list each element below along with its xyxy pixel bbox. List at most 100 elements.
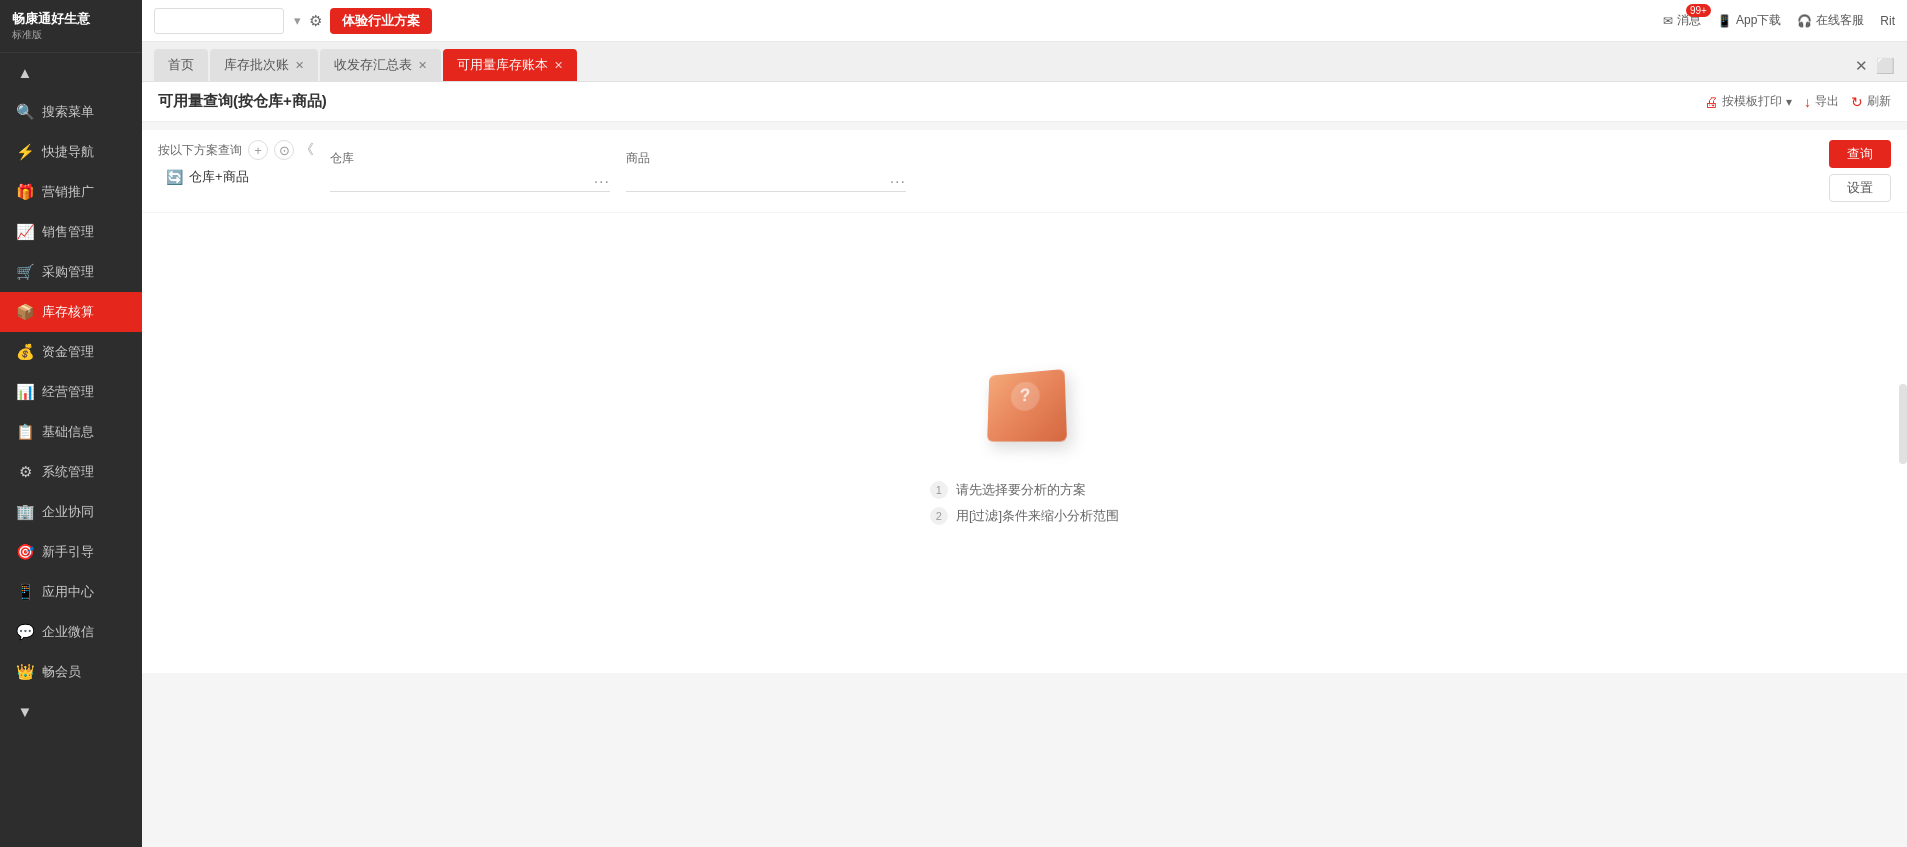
hint-num-1: 1: [930, 481, 948, 499]
filter-scheme-settings-button[interactable]: ⊙: [274, 140, 294, 160]
scroll-up-icon: ▲: [16, 64, 34, 81]
product-field-input-wrapper: ...: [626, 169, 906, 192]
tab-receive-ledger-close[interactable]: ✕: [418, 59, 427, 72]
tab-available-ledger[interactable]: 可用量库存账本 ✕: [443, 49, 577, 81]
sidebar-label-shortcut: 快捷导航: [42, 143, 94, 161]
app-download-label: App下载: [1736, 12, 1781, 29]
scheme-label: 仓库+商品: [189, 168, 249, 186]
print-button[interactable]: 🖨 按模板打印 ▾: [1704, 93, 1792, 110]
filter-section-label: 按以下方案查询: [158, 142, 242, 159]
sidebar-label-finance: 资金管理: [42, 343, 94, 361]
message-icon: ✉: [1663, 14, 1673, 28]
sidebar-label-system: 系统管理: [42, 463, 94, 481]
sidebar-item-system[interactable]: ⚙ 系统管理: [0, 452, 142, 492]
sidebar-item-search[interactable]: 🔍 搜索菜单: [0, 92, 142, 132]
topbar-chevron-icon[interactable]: ▾: [294, 13, 301, 28]
topbar-gear-icon[interactable]: ⚙: [309, 12, 322, 30]
sidebar-item-finance[interactable]: 💰 资金管理: [0, 332, 142, 372]
hint-text-2: 用[过滤]条件来缩小分析范围: [956, 507, 1119, 525]
product-field-label: 商品: [626, 150, 906, 167]
sidebar-item-enterprise[interactable]: 🏢 企业协同: [0, 492, 142, 532]
sidebar-label-operations: 经营管理: [42, 383, 94, 401]
sidebar-nav: ▲ 🔍 搜索菜单 ⚡ 快捷导航 🎁 营销推广 📈 销售管理 🛒 采购管理 📦 库…: [0, 53, 142, 847]
online-service-button[interactable]: 🎧 在线客服: [1797, 12, 1864, 29]
tab-receive-ledger[interactable]: 收发存汇总表 ✕: [320, 49, 441, 81]
scroll-down-icon: ▼: [16, 703, 34, 720]
hint-num-2: 2: [930, 507, 948, 525]
export-label: 导出: [1815, 93, 1839, 110]
sidebar-item-newbie[interactable]: 🎯 新手引导: [0, 532, 142, 572]
maximize-button[interactable]: ⬜: [1876, 57, 1895, 75]
tab-batch-ledger[interactable]: 库存批次账 ✕: [210, 49, 318, 81]
app-logo: 畅康通好生意 标准版: [0, 0, 142, 53]
warehouse-dots-button[interactable]: ...: [594, 169, 610, 187]
sidebar-label-search: 搜索菜单: [42, 103, 94, 121]
sidebar-item-app-center[interactable]: 📱 应用中心: [0, 572, 142, 612]
sidebar-scroll-down[interactable]: ▼: [0, 692, 142, 731]
filter-scheme-warehouse-product[interactable]: 🔄 仓库+商品: [158, 164, 314, 190]
empty-box-icon: [987, 369, 1067, 442]
username-label: Rit: [1880, 14, 1895, 28]
sidebar-label-newbie: 新手引导: [42, 543, 94, 561]
topbar: ▾ ⚙ 体验行业方案 ✉ 消息 99+ 📱 App下载 🎧 在线客服 Rit: [142, 0, 1907, 42]
tab-receive-ledger-label: 收发存汇总表: [334, 56, 412, 74]
refresh-button[interactable]: ↻ 刷新: [1851, 93, 1891, 110]
hint-text-1: 请先选择要分析的方案: [956, 481, 1086, 499]
sidebar-label-inventory: 库存核算: [42, 303, 94, 321]
tab-batch-ledger-close[interactable]: ✕: [295, 59, 304, 72]
settings-button[interactable]: 设置: [1829, 174, 1891, 202]
service-icon: 🎧: [1797, 14, 1812, 28]
right-scrollbar[interactable]: [1899, 384, 1907, 464]
page-header-actions: 🖨 按模板打印 ▾ ↓ 导出 ↻ 刷新: [1704, 93, 1891, 110]
product-input[interactable]: [626, 171, 890, 186]
sidebar-item-inventory[interactable]: 📦 库存核算: [0, 292, 142, 332]
export-icon: ↓: [1804, 94, 1811, 110]
sidebar-item-shortcut[interactable]: ⚡ 快捷导航: [0, 132, 142, 172]
sidebar-label-basic-info: 基础信息: [42, 423, 94, 441]
industry-solution-button[interactable]: 体验行业方案: [330, 8, 432, 34]
tab-available-ledger-close[interactable]: ✕: [554, 59, 563, 72]
sidebar-scroll-up[interactable]: ▲: [0, 53, 142, 92]
tabs-bar: 首页 库存批次账 ✕ 收发存汇总表 ✕ 可用量库存账本 ✕ ✕ ⬜: [142, 42, 1907, 82]
enterprise-icon: 🏢: [16, 503, 34, 521]
filter-collapse-button[interactable]: 《: [300, 141, 314, 159]
tab-home[interactable]: 首页: [154, 49, 208, 81]
sidebar-item-purchase[interactable]: 🛒 采购管理: [0, 252, 142, 292]
online-service-label: 在线客服: [1816, 12, 1864, 29]
app-name: 畅康通好生意: [12, 10, 130, 28]
product-dots-button[interactable]: ...: [890, 169, 906, 187]
sidebar-label-marketing: 营销推广: [42, 183, 94, 201]
inventory-icon: 📦: [16, 303, 34, 321]
sidebar-item-operations[interactable]: 📊 经营管理: [0, 372, 142, 412]
member-icon: 👑: [16, 663, 34, 681]
filter-add-button[interactable]: +: [248, 140, 268, 160]
shortcut-icon: ⚡: [16, 143, 34, 161]
sidebar-item-sales[interactable]: 📈 销售管理: [0, 212, 142, 252]
filter-label-title: 按以下方案查询 + ⊙ 《: [158, 140, 314, 160]
messages-button[interactable]: ✉ 消息 99+: [1663, 12, 1701, 29]
search-icon: 🔍: [16, 103, 34, 121]
topbar-search-input[interactable]: [154, 8, 284, 34]
sidebar-item-wechat[interactable]: 💬 企业微信: [0, 612, 142, 652]
page-content: 可用量查询(按仓库+商品) 🖨 按模板打印 ▾ ↓ 导出 ↻ 刷新: [142, 82, 1907, 847]
filter-action-buttons: 查询 设置: [1829, 140, 1891, 202]
empty-hint-2: 2 用[过滤]条件来缩小分析范围: [930, 507, 1119, 525]
filter-field-warehouse: 仓库 ...: [330, 150, 610, 192]
tab-available-ledger-label: 可用量库存账本: [457, 56, 548, 74]
tab-home-label: 首页: [168, 56, 194, 74]
sidebar-item-member[interactable]: 👑 畅会员: [0, 652, 142, 692]
print-icon: 🖨: [1704, 94, 1718, 110]
sidebar-item-marketing[interactable]: 🎁 营销推广: [0, 172, 142, 212]
sidebar-item-basic-info[interactable]: 📋 基础信息: [0, 412, 142, 452]
warehouse-input[interactable]: [330, 171, 594, 186]
app-version: 标准版: [12, 28, 130, 42]
basic-info-icon: 📋: [16, 423, 34, 441]
export-button[interactable]: ↓ 导出: [1804, 93, 1839, 110]
query-button[interactable]: 查询: [1829, 140, 1891, 168]
tabs-window-controls: ✕ ⬜: [1855, 57, 1895, 75]
sidebar-label-sales: 销售管理: [42, 223, 94, 241]
app-download-button[interactable]: 📱 App下载: [1717, 12, 1781, 29]
close-tab-button[interactable]: ✕: [1855, 57, 1868, 75]
main-content: ▾ ⚙ 体验行业方案 ✉ 消息 99+ 📱 App下载 🎧 在线客服 Rit 首…: [142, 0, 1907, 847]
operations-icon: 📊: [16, 383, 34, 401]
